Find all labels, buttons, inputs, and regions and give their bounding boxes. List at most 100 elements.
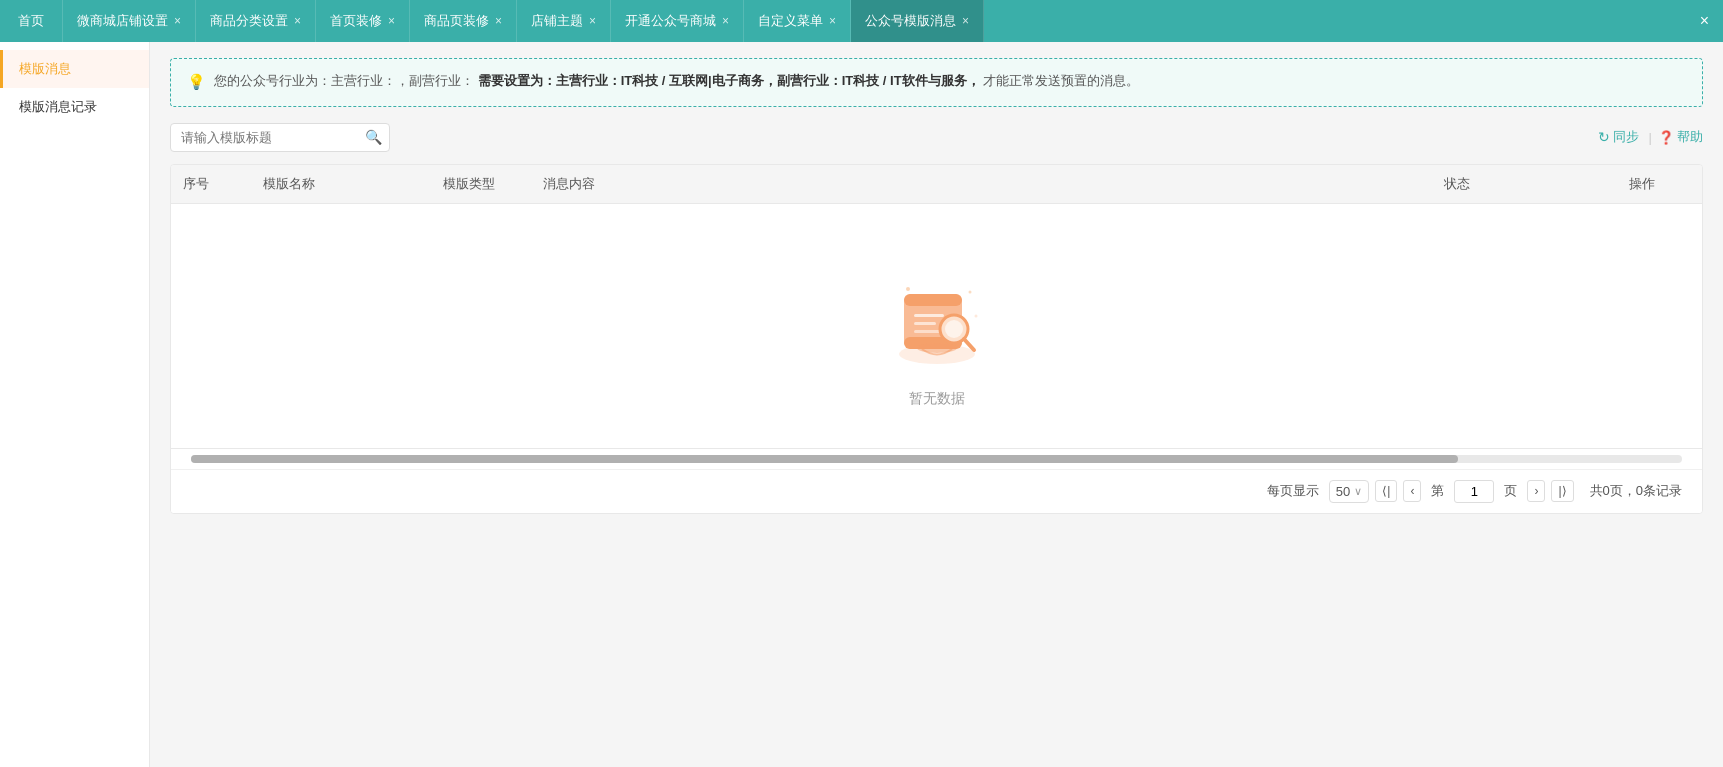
search-input-wrap: 🔍 [170, 123, 390, 152]
sidebar-item-template-record[interactable]: 模版消息记录 [0, 88, 149, 126]
sync-button[interactable]: ↻ 同步 [1598, 128, 1639, 146]
page-label-after: 页 [1504, 482, 1517, 500]
notice-text: 您的公众号行业为：主营行业：，副营行业： 需要设置为：主营行业：IT科技 / 互… [214, 71, 1139, 91]
bulb-icon: 💡 [187, 71, 206, 94]
divider: | [1649, 130, 1652, 145]
tab-category-settings-label: 商品分类设置 [210, 12, 288, 30]
close-tab-custom-menu[interactable]: × [829, 14, 836, 28]
close-all-icon: × [1700, 12, 1709, 30]
close-tab-shop-settings[interactable]: × [174, 14, 181, 28]
th-status-label: 状态 [1444, 176, 1470, 191]
th-type-label: 模版类型 [443, 176, 495, 191]
content-area: 💡 您的公众号行业为：主营行业：，副营行业： 需要设置为：主营行业：IT科技 /… [150, 42, 1723, 767]
tab-product-design[interactable]: 商品页装修 × [410, 0, 517, 42]
close-tab-product-design[interactable]: × [495, 14, 502, 28]
pagination: 每页显示 50 ∨ ⟨| ‹ 第 页 › |⟩ [171, 469, 1702, 513]
last-page-icon: |⟩ [1558, 484, 1566, 498]
close-all-tabs-button[interactable]: × [1686, 0, 1723, 42]
tab-home[interactable]: 首页 [0, 0, 63, 42]
notice-suffix: 才能正常发送预置的消息。 [983, 73, 1139, 88]
search-icon[interactable]: 🔍 [365, 129, 382, 145]
th-status: 状态 [1432, 165, 1582, 203]
sidebar-item-template-message[interactable]: 模版消息 [0, 50, 149, 88]
first-page-icon: ⟨| [1382, 484, 1390, 498]
search-input[interactable] [170, 123, 390, 152]
search-bar: 🔍 ↻ 同步 | ❓ 帮助 [170, 123, 1703, 152]
page-size-value: 50 [1336, 484, 1350, 499]
tab-custom-menu[interactable]: 自定义菜单 × [744, 0, 851, 42]
svg-point-11 [968, 290, 971, 293]
table-header: 序号 模版名称 模版类型 消息内容 状态 操作 [171, 165, 1702, 204]
empty-text: 暂无数据 [909, 390, 965, 408]
page-size-label: 每页显示 [1267, 482, 1319, 500]
sync-icon: ↻ [1598, 129, 1610, 145]
help-icon: ❓ [1658, 130, 1674, 145]
notice-prefix: 您的公众号行业为：主营行业：，副营行业： [214, 73, 474, 88]
th-content-label: 消息内容 [543, 176, 595, 191]
th-name-label: 模版名称 [263, 176, 315, 191]
next-page-button[interactable]: › [1527, 480, 1545, 502]
svg-rect-4 [914, 314, 944, 317]
close-tab-category-settings[interactable]: × [294, 14, 301, 28]
tab-category-settings[interactable]: 商品分类设置 × [196, 0, 316, 42]
help-button[interactable]: ❓ 帮助 [1658, 128, 1703, 146]
svg-point-10 [906, 287, 910, 291]
tab-open-mall-label: 开通公众号商城 [625, 12, 716, 30]
th-seq-label: 序号 [183, 176, 209, 191]
page-number-input[interactable] [1454, 480, 1494, 503]
tab-template-message[interactable]: 公众号模版消息 × [851, 0, 984, 42]
svg-point-13 [917, 343, 957, 353]
data-table: 序号 模版名称 模版类型 消息内容 状态 操作 [170, 164, 1703, 514]
prev-page-icon: ‹ [1410, 484, 1414, 498]
tab-shop-theme[interactable]: 店铺主题 × [517, 0, 611, 42]
page-size-arrow-icon: ∨ [1354, 485, 1362, 498]
sidebar-item-template-message-label: 模版消息 [19, 61, 71, 76]
close-tab-open-mall[interactable]: × [722, 14, 729, 28]
tab-shop-settings[interactable]: 微商城店铺设置 × [63, 0, 196, 42]
th-name: 模版名称 [251, 165, 431, 203]
prev-page-button[interactable]: ‹ [1403, 480, 1421, 502]
notice-highlight: 需要设置为：主营行业：IT科技 / 互联网|电子商务，副营行业：IT科技 / I… [478, 73, 980, 88]
close-tab-template-message[interactable]: × [962, 14, 969, 28]
th-action-label: 操作 [1629, 176, 1655, 191]
last-page-button[interactable]: |⟩ [1551, 480, 1573, 502]
tab-custom-menu-label: 自定义菜单 [758, 12, 823, 30]
scrollbar-track[interactable] [191, 455, 1682, 463]
tab-template-message-label: 公众号模版消息 [865, 12, 956, 30]
scrollbar-area [171, 448, 1702, 469]
help-label: 帮助 [1677, 128, 1703, 146]
search-actions: ↻ 同步 | ❓ 帮助 [1598, 128, 1703, 146]
page-size-select[interactable]: 50 ∨ [1329, 480, 1369, 503]
svg-point-12 [974, 314, 977, 317]
topbar: 首页 微商城店铺设置 × 商品分类设置 × 首页装修 × 商品页装修 × 店铺主… [0, 0, 1723, 42]
next-page-icon: › [1534, 484, 1538, 498]
tab-homepage-design[interactable]: 首页装修 × [316, 0, 410, 42]
empty-text-label: 暂无数据 [909, 390, 965, 406]
svg-point-8 [945, 320, 963, 338]
empty-illustration-svg [882, 264, 992, 374]
tab-homepage-design-label: 首页装修 [330, 12, 382, 30]
close-tab-shop-theme[interactable]: × [589, 14, 596, 28]
page-total-info: 共0页，0条记录 [1590, 482, 1682, 500]
sync-label: 同步 [1613, 128, 1639, 146]
th-seq: 序号 [171, 165, 251, 203]
main-layout: 模版消息 模版消息记录 💡 您的公众号行业为：主营行业：，副营行业： 需要设置为… [0, 42, 1723, 767]
svg-rect-6 [914, 330, 940, 333]
th-action: 操作 [1582, 165, 1702, 203]
svg-rect-5 [914, 322, 936, 325]
scrollbar-thumb[interactable] [191, 455, 1458, 463]
th-type: 模版类型 [431, 165, 531, 203]
empty-state: 暂无数据 [171, 204, 1702, 448]
tab-home-label: 首页 [18, 12, 44, 30]
first-page-button[interactable]: ⟨| [1375, 480, 1397, 502]
close-tab-homepage-design[interactable]: × [388, 14, 395, 28]
tab-open-mall[interactable]: 开通公众号商城 × [611, 0, 744, 42]
svg-rect-2 [904, 294, 962, 306]
tab-shop-settings-label: 微商城店铺设置 [77, 12, 168, 30]
page-label-before: 第 [1431, 482, 1444, 500]
notice-bar: 💡 您的公众号行业为：主营行业：，副营行业： 需要设置为：主营行业：IT科技 /… [170, 58, 1703, 107]
th-content: 消息内容 [531, 165, 1432, 203]
sidebar-item-template-record-label: 模版消息记录 [19, 99, 97, 114]
empty-illustration [882, 264, 992, 374]
tab-shop-theme-label: 店铺主题 [531, 12, 583, 30]
